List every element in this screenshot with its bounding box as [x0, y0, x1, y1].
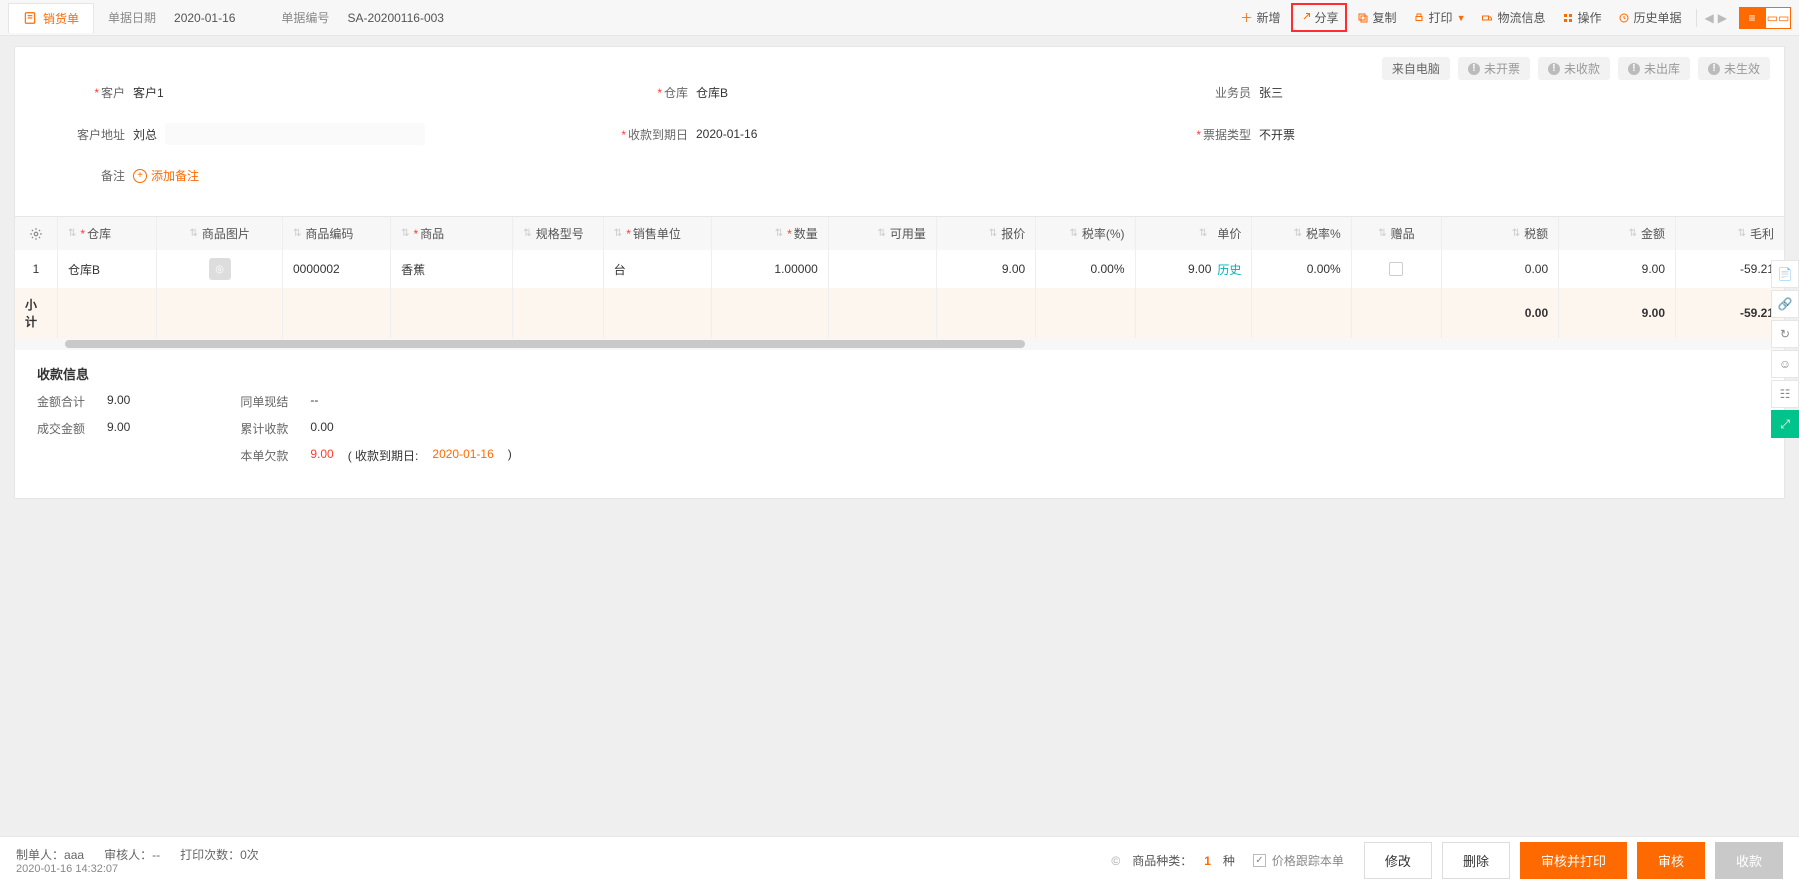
audit-button[interactable]: 审核: [1637, 842, 1705, 879]
tab-title: 销货单: [43, 10, 79, 27]
share-button[interactable]: 分享: [1291, 3, 1347, 32]
print-button[interactable]: 打印 ▼: [1407, 5, 1472, 30]
doc-code-label: 单据编号: [281, 9, 329, 26]
truck-icon: [1481, 12, 1493, 24]
warehouse-label: 仓库: [664, 86, 688, 100]
operate-button[interactable]: 操作: [1556, 5, 1608, 30]
copyright-icon: ©: [1111, 854, 1120, 868]
new-button[interactable]: ＋新增: [1234, 5, 1286, 30]
remark-label: 备注: [101, 169, 125, 183]
prev-button[interactable]: ◀: [1705, 11, 1714, 25]
gift-checkbox[interactable]: [1389, 262, 1403, 276]
grid-icon: [1562, 12, 1574, 24]
unpaid-badge: !未收款: [1538, 57, 1610, 80]
doc-code-value: SA-20200116-003: [347, 11, 444, 25]
next-button[interactable]: ▶: [1718, 11, 1727, 25]
footer-timestamp: 2020-01-16 14:32:07: [16, 863, 259, 875]
payinfo-title: 收款信息: [37, 364, 1762, 383]
gear-button[interactable]: [15, 217, 58, 250]
salesman-label: 业务员: [1215, 86, 1251, 100]
receive-button[interactable]: 收款: [1715, 842, 1783, 879]
rail-user-icon[interactable]: ☺: [1771, 350, 1799, 378]
price-follow-checkbox[interactable]: ✓ 价格跟踪本单: [1253, 852, 1344, 869]
history-link[interactable]: 历史: [1217, 261, 1241, 278]
subtotal-row: 小计 0.00 9.00 -59.21: [15, 288, 1784, 338]
customer-value: 客户1: [133, 84, 164, 101]
salesman-value: 张三: [1259, 84, 1283, 101]
image-placeholder-icon: ◎: [209, 258, 231, 280]
history-button[interactable]: 历史单据: [1612, 5, 1688, 30]
logistics-button[interactable]: 物流信息: [1475, 5, 1551, 30]
view-card-button[interactable]: ▭▭: [1765, 7, 1791, 29]
doc-date-value: 2020-01-16: [174, 11, 235, 25]
table-row[interactable]: 1 仓库B ◎ 0000002 香蕉 台 1.00000 9.00 0.00% …: [15, 250, 1784, 288]
horizontal-scrollbar[interactable]: [15, 338, 1784, 350]
addr-label: 客户地址: [77, 128, 125, 142]
addr-redacted: [165, 123, 425, 145]
rail-note-icon[interactable]: 📄: [1771, 260, 1799, 288]
paydate-label: 收款到期日: [628, 128, 688, 142]
gear-icon: [29, 227, 43, 241]
add-remark-button[interactable]: +添加备注: [133, 167, 199, 184]
addr-value: 刘总: [133, 126, 157, 143]
rail-expand-icon[interactable]: ⤢: [1771, 410, 1799, 438]
uneffective-badge: !未生效: [1698, 57, 1770, 80]
customer-label: 客户: [101, 86, 125, 100]
view-list-button[interactable]: ≡: [1739, 7, 1765, 29]
copy-button[interactable]: 复制: [1351, 5, 1403, 30]
chevron-down-icon: ▼: [1457, 13, 1466, 23]
paydate-value: 2020-01-16: [696, 127, 757, 141]
edit-button[interactable]: 修改: [1364, 842, 1432, 879]
tab-sales-order[interactable]: 销货单: [8, 3, 94, 33]
history-icon: [1618, 12, 1630, 24]
rail-refresh-icon[interactable]: ↻: [1771, 320, 1799, 348]
delete-button[interactable]: 删除: [1442, 842, 1510, 879]
uninvoiced-badge: !未开票: [1458, 57, 1530, 80]
share-icon: [1299, 12, 1311, 24]
invoicetype-label: 票据类型: [1203, 128, 1251, 142]
warehouse-value: 仓库B: [696, 84, 728, 101]
rail-attach-icon[interactable]: 🔗: [1771, 290, 1799, 318]
copy-icon: [1357, 12, 1369, 24]
rail-chart-icon[interactable]: ☷: [1771, 380, 1799, 408]
order-icon: [23, 11, 37, 25]
doc-date-label: 单据日期: [108, 9, 156, 26]
source-badge: 来自电脑: [1382, 57, 1450, 80]
audit-print-button[interactable]: 审核并打印: [1520, 842, 1627, 879]
unshipped-badge: !未出库: [1618, 57, 1690, 80]
print-icon: [1413, 12, 1425, 24]
invoicetype-value: 不开票: [1259, 126, 1295, 143]
